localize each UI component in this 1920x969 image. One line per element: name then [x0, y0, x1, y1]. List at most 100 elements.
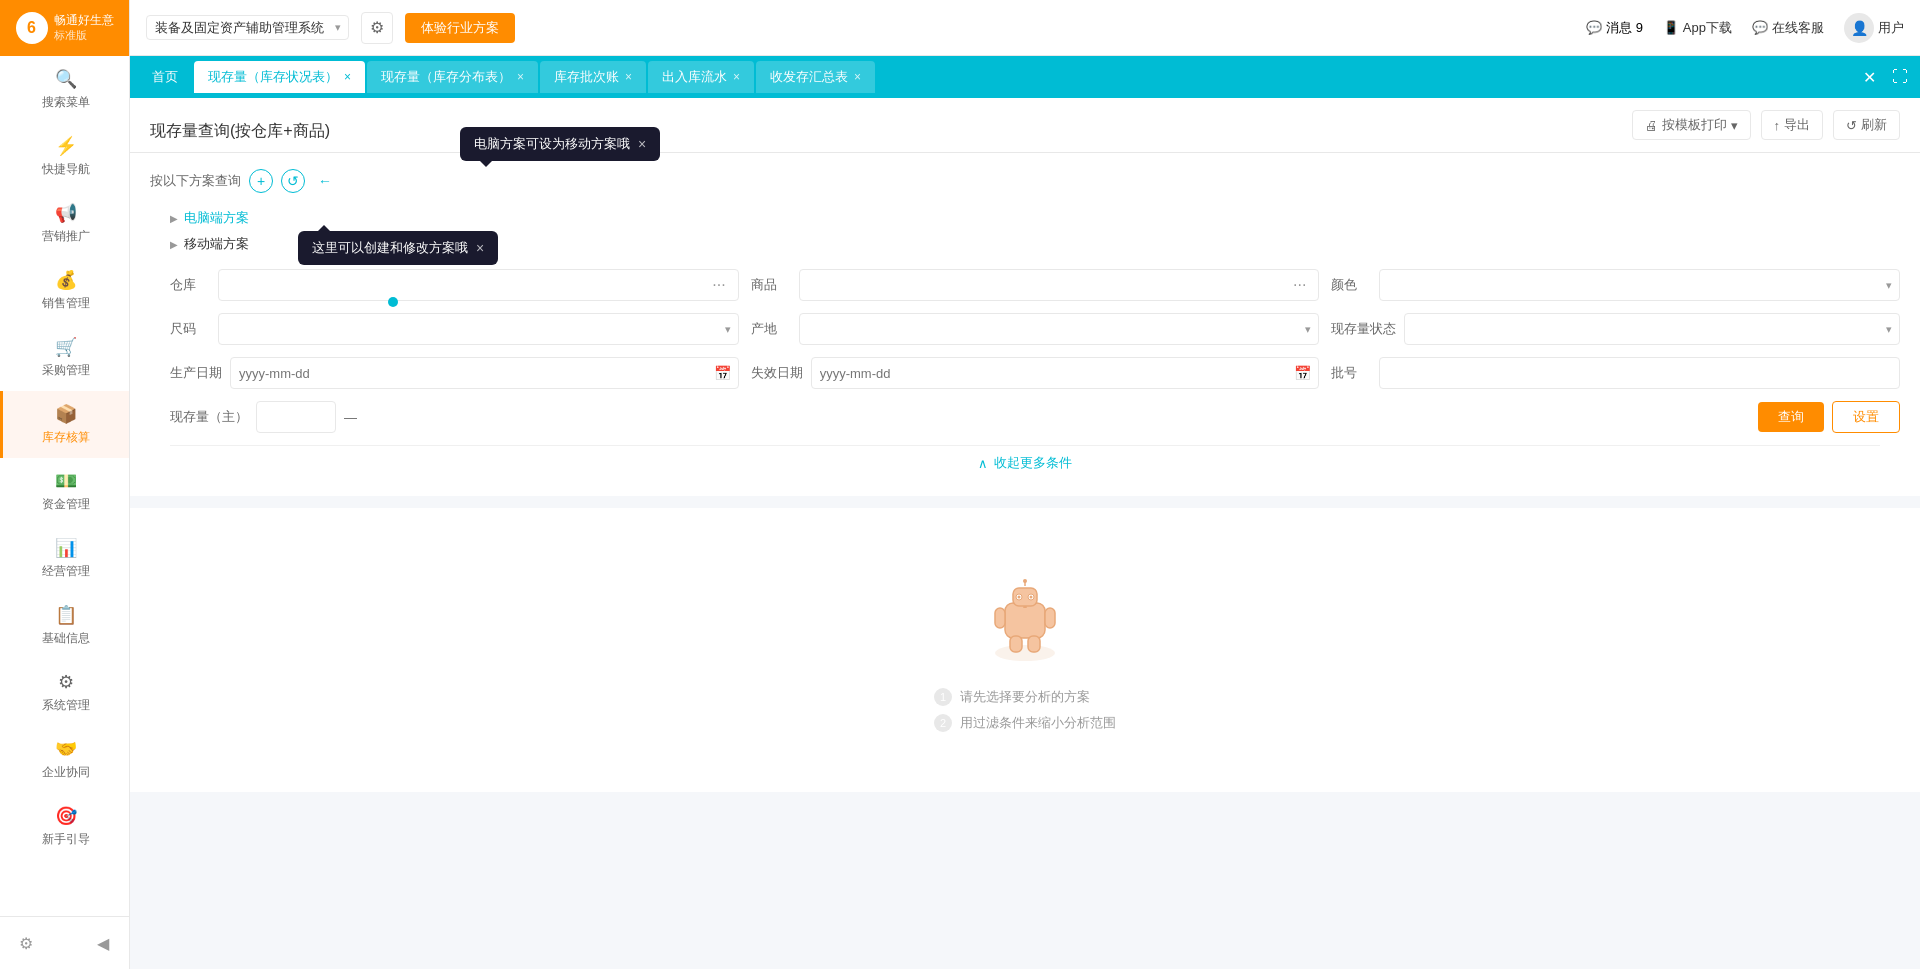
sidebar-icon: 🤝	[55, 738, 77, 760]
sidebar-item-系统管理[interactable]: ⚙系统管理	[0, 659, 129, 726]
gear-icon: ⚙	[370, 18, 384, 37]
exp-date-from-input[interactable]	[811, 357, 1320, 389]
filter-row-4: 现存量（主） — 查询 设置	[150, 401, 1900, 433]
tab-1[interactable]: 现存量（库存状况表） ×	[194, 61, 365, 93]
empty-tip-2: 2 用过滤条件来缩小分析范围	[934, 714, 1116, 732]
filter-cell-exp-date: 失效日期 📅	[751, 357, 1320, 389]
filter-arrow-btn[interactable]: ←	[313, 169, 337, 193]
sidebar-item-库存核算[interactable]: 📦库存核算	[0, 391, 129, 458]
filter-refresh-btn[interactable]: ↺	[281, 169, 305, 193]
search-btn[interactable]: 查询	[1758, 402, 1824, 432]
sidebar-item-营销推广[interactable]: 📢营销推广	[0, 190, 129, 257]
batch-input[interactable]	[1379, 357, 1900, 389]
tab-3[interactable]: 库存批次账×	[540, 61, 646, 93]
collapse-up-icon: ∧	[978, 456, 988, 471]
filter-row-1: 仓库 ··· 商品 ··· 颜色	[150, 269, 1900, 301]
system-selector[interactable]: 装备及固定资产辅助管理系统	[146, 15, 349, 40]
tab-fullscreen-btn[interactable]: ⛶	[1888, 64, 1912, 90]
tooltip2-close-btn[interactable]: ×	[476, 240, 484, 256]
tab-label-1: 现存量（库存状况表）	[208, 68, 338, 86]
sidebar-icon: 📋	[55, 604, 77, 626]
svg-point-6	[1030, 596, 1033, 599]
avatar: 👤	[1844, 13, 1874, 43]
tooltip-scheme-mobile: 电脑方案可设为移动方案哦 ×	[460, 127, 660, 161]
chevron-down-icon: ▾	[1731, 118, 1738, 133]
tab-0[interactable]: 首页	[138, 61, 192, 93]
filter-header: 按以下方案查询 + ↺ ← 电脑方案可设为移动方案哦 ×	[150, 169, 1900, 193]
svg-rect-11	[1045, 608, 1055, 628]
size-select[interactable]	[218, 313, 739, 345]
topbar-gear-btn[interactable]: ⚙	[361, 12, 393, 44]
tab-close-1[interactable]: ×	[344, 71, 351, 83]
refresh-btn[interactable]: ↺ 刷新	[1833, 110, 1900, 140]
sidebar-item-销售管理[interactable]: 💰销售管理	[0, 257, 129, 324]
origin-select[interactable]	[799, 313, 1320, 345]
filter-cell-prod-date: 生产日期 📅	[170, 357, 739, 389]
connector-dot	[388, 297, 398, 307]
filter-cell-origin: 产地	[751, 313, 1320, 345]
sidebar-icon: 🛒	[55, 336, 77, 358]
svg-point-5	[1018, 596, 1021, 599]
svg-rect-12	[1010, 636, 1022, 652]
sidebar-item-新手引导[interactable]: 🎯新手引导	[0, 793, 129, 860]
stock-qty-from-input[interactable]	[256, 401, 336, 433]
sidebar-item-采购管理[interactable]: 🛒采购管理	[0, 324, 129, 391]
sidebar-icon: 💵	[55, 470, 77, 492]
empty-tip-1: 1 请先选择要分析的方案	[934, 688, 1116, 706]
export-btn[interactable]: ↑ 导出	[1761, 110, 1824, 140]
filter-cell-product: 商品 ···	[751, 269, 1320, 301]
message-icon: 💬	[1586, 20, 1602, 35]
stock-status-select[interactable]	[1404, 313, 1900, 345]
expand-arrow-icon: ▶	[170, 213, 178, 224]
sidebar-icon: 📊	[55, 537, 77, 559]
solution-btn[interactable]: 体验行业方案	[405, 13, 515, 43]
template-print-btn[interactable]: 🖨 按模板打印 ▾	[1632, 110, 1751, 140]
color-select[interactable]	[1379, 269, 1900, 301]
warehouse-dots-btn[interactable]: ···	[708, 272, 729, 298]
tab-close-2[interactable]: ×	[517, 71, 524, 83]
system-selector-wrapper: 装备及固定资产辅助管理系统	[146, 15, 349, 40]
tab-close-all-btn[interactable]: ✕	[1859, 64, 1880, 91]
tab-2[interactable]: 现存量（库存分布表） ×	[367, 61, 538, 93]
tab-close-5[interactable]: ×	[854, 71, 861, 83]
service-icon: 💬	[1752, 20, 1768, 35]
message-badge: 9	[1636, 20, 1643, 35]
sidebar-item-资金管理[interactable]: 💵资金管理	[0, 458, 129, 525]
online-service-btn[interactable]: 💬 在线客服	[1752, 19, 1824, 37]
sidebar-icon: 📢	[55, 202, 77, 224]
page-title: 现存量查询(按仓库+商品)	[150, 121, 330, 142]
sidebar-item-经营管理[interactable]: 📊经营管理	[0, 525, 129, 592]
tab-close-4[interactable]: ×	[733, 71, 740, 83]
sidebar-item-快捷导航[interactable]: ⚡快捷导航	[0, 123, 129, 190]
sidebar-item-基础信息[interactable]: 📋基础信息	[0, 592, 129, 659]
tab-4[interactable]: 出入库流水×	[648, 61, 754, 93]
sidebar-collapse-btn[interactable]: ◀	[87, 927, 119, 959]
sidebar-item-搜索菜单[interactable]: 🔍搜索菜单	[0, 56, 129, 123]
tab-close-3[interactable]: ×	[625, 71, 632, 83]
prod-date-from-input[interactable]	[230, 357, 739, 389]
tab-label-5: 收发存汇总表	[770, 68, 848, 86]
collapse-btn[interactable]: ∧ 收起更多条件	[170, 445, 1880, 480]
sidebar-icon: 🔍	[55, 68, 77, 90]
sidebar-bottom: ⚙ ◀	[0, 916, 129, 969]
topbar-right: 💬 消息 9 📱 App下载 💬 在线客服 👤 用户	[1586, 13, 1904, 43]
product-dots-btn[interactable]: ···	[1289, 272, 1310, 298]
filter-add-btn[interactable]: +	[249, 169, 273, 193]
tab-label-2: 现存量（库存分布表）	[381, 68, 511, 86]
tab-5[interactable]: 收发存汇总表 ×	[756, 61, 875, 93]
sidebar-settings-btn[interactable]: ⚙	[10, 927, 42, 959]
tabbar-right: ✕ ⛶	[1859, 64, 1912, 91]
logo: 6 畅通好生意 标准版	[0, 0, 129, 56]
content: 现存量查询(按仓库+商品) 🖨 按模板打印 ▾ ↑ 导出 ↺ 刷新	[130, 98, 1920, 969]
scheme-item-desktop[interactable]: ▶ 电脑端方案	[170, 205, 1900, 231]
main: 装备及固定资产辅助管理系统 ⚙ 体验行业方案 💬 消息 9 📱 App下载 💬 …	[130, 0, 1920, 969]
sidebar-item-企业协同[interactable]: 🤝企业协同	[0, 726, 129, 793]
message-btn[interactable]: 💬 消息 9	[1586, 19, 1643, 37]
message-label: 消息	[1606, 19, 1632, 37]
user-btn[interactable]: 👤 用户	[1844, 13, 1904, 43]
app-download-btn[interactable]: 📱 App下载	[1663, 19, 1732, 37]
tabbar: 首页现存量（库存状况表）×现存量（库存分布表）×库存批次账×出入库流水×收发存汇…	[130, 56, 1920, 98]
reset-btn[interactable]: 设置	[1832, 401, 1900, 433]
tooltip1-close-btn[interactable]: ×	[638, 136, 646, 152]
sidebar-icon: ⚡	[55, 135, 77, 157]
